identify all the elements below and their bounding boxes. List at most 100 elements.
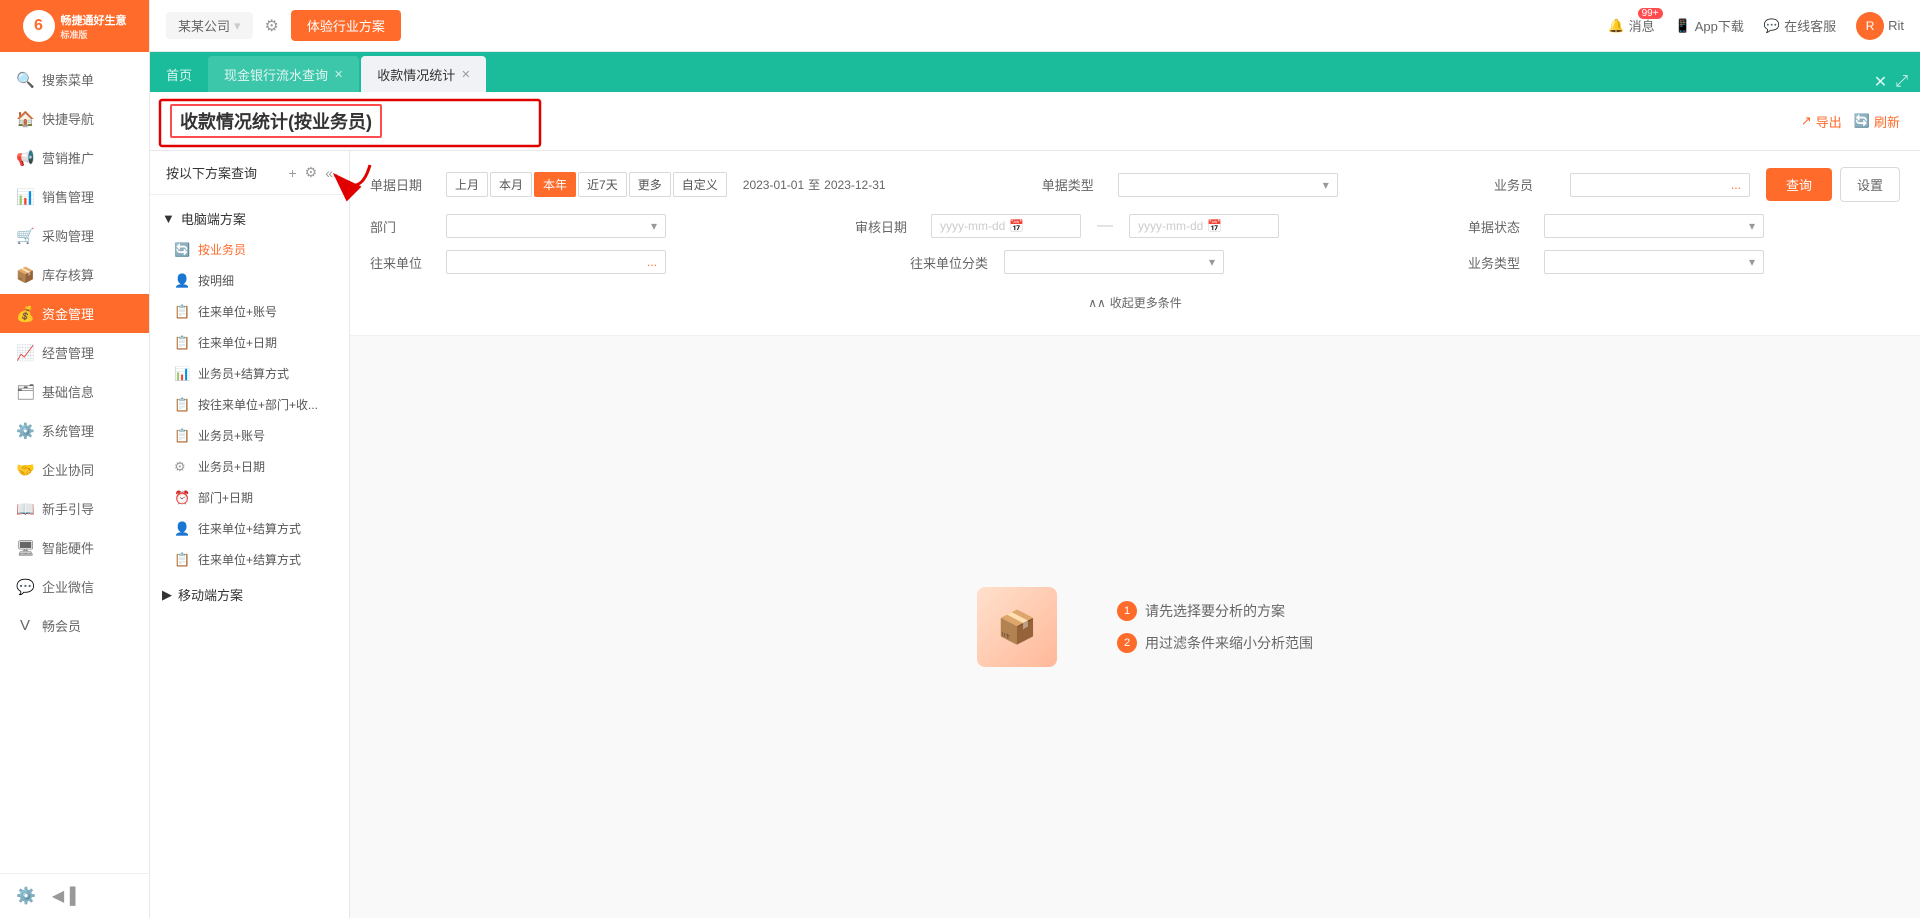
tab-collection-close[interactable]: ✕ xyxy=(461,68,470,81)
audit-date-label: 审核日期 xyxy=(855,217,915,236)
salesman-select[interactable]: ... xyxy=(1570,173,1750,197)
business-type-dropdown-arrow: ▾ xyxy=(1749,255,1755,269)
refresh-icon: 🔄 xyxy=(1854,113,1870,129)
mobile-section-title[interactable]: ▶ 移动端方案 xyxy=(150,579,349,610)
tab-collection[interactable]: 收款情况统计 ✕ xyxy=(361,56,486,92)
audit-date-start-placeholder: yyyy-mm-dd xyxy=(940,219,1005,233)
search-icon: 🔍 xyxy=(16,71,34,89)
salesman-more-icon[interactable]: ... xyxy=(1731,178,1741,192)
sidebar-item-system[interactable]: ⚙️ 系统管理 xyxy=(0,411,149,450)
tab-expand-icon[interactable]: ⤢ xyxy=(1895,73,1908,91)
settings-footer-icon[interactable]: ⚙️ xyxy=(16,886,36,906)
desktop-section: ▼ 电脑端方案 🔄 按业务员 👤 按明细 📋 xyxy=(150,203,349,575)
unit-account-icon: 📋 xyxy=(174,304,190,320)
btn-more-date[interactable]: 更多 xyxy=(629,172,671,197)
dept-dropdown-arrow: ▾ xyxy=(651,219,657,233)
doc-type-select[interactable]: ▾ xyxy=(1118,173,1338,197)
sidebar-item-wechat[interactable]: 💬 企业微信 xyxy=(0,567,149,606)
scheme-item-dept-date[interactable]: ⏰ 部门+日期 xyxy=(150,482,349,513)
sidebar-item-guide[interactable]: 📖 新手引导 xyxy=(0,489,149,528)
collapse-panel-icon[interactable]: « xyxy=(325,165,333,181)
tab-close-all-icon[interactable]: ✕ xyxy=(1874,72,1887,92)
dept-date-icon: ⏰ xyxy=(174,490,190,506)
btn-7-days[interactable]: 近7天 xyxy=(578,172,627,197)
scheme-settings-icon[interactable]: ⚙ xyxy=(305,164,318,181)
operation-icon: 📈 xyxy=(16,344,34,362)
scheme-item-by-detail[interactable]: 👤 按明细 xyxy=(150,265,349,296)
tab-bank-close[interactable]: ✕ xyxy=(334,68,343,81)
doc-status-select[interactable]: ▾ xyxy=(1544,214,1764,238)
scheme-item-by-salesman[interactable]: 🔄 按业务员 xyxy=(150,234,349,265)
unit-select[interactable]: ... xyxy=(446,250,666,274)
tab-bar: 首页 现金银行流水查询 ✕ 收款情况统计 ✕ ✕ ⤢ xyxy=(150,52,1920,92)
page-title: 收款情况统计(按业务员) xyxy=(170,104,382,138)
audit-date-end-placeholder: yyyy-mm-dd xyxy=(1138,219,1203,233)
sidebar-item-enterprise[interactable]: 🤝 企业协同 xyxy=(0,450,149,489)
btn-this-year[interactable]: 本年 xyxy=(534,172,576,197)
btn-this-month[interactable]: 本月 xyxy=(490,172,532,197)
audit-date-start[interactable]: yyyy-mm-dd 📅 xyxy=(931,214,1081,238)
header-settings-icon[interactable]: ⚙ xyxy=(265,16,279,36)
sidebar-item-purchase[interactable]: 🛒 采购管理 xyxy=(0,216,149,255)
dept-select[interactable]: ▾ xyxy=(446,214,666,238)
sidebar-item-sales[interactable]: 📊 销售管理 xyxy=(0,177,149,216)
collapse-filter-btn[interactable]: ∧∧ 收起更多条件 xyxy=(1080,286,1190,319)
business-type-label: 业务类型 xyxy=(1468,253,1528,272)
scheme-item-unit-date[interactable]: 📋 往来单位+日期 xyxy=(150,327,349,358)
body-layout: 按以下方案查询 + ⚙ « ▼ 电脑端方案 xyxy=(150,151,1920,918)
salesman-account-icon: 📋 xyxy=(174,428,190,444)
sidebar-item-hardware[interactable]: 🖥 智能硬件 xyxy=(0,528,149,567)
sidebar-item-finance[interactable]: 💰 资金管理 xyxy=(0,294,149,333)
sidebar-nav: 🔍 搜索菜单 🏠 快捷导航 📢 营销推广 📊 销售管理 🛒 采购管理 📦 库存核… xyxy=(0,52,149,873)
sidebar-item-vip[interactable]: V 畅会员 xyxy=(0,606,149,645)
sidebar-item-basic[interactable]: 🗂 基础信息 xyxy=(0,372,149,411)
refresh-button[interactable]: 🔄 刷新 xyxy=(1854,112,1900,131)
left-panel-header: 按以下方案查询 + ⚙ « xyxy=(150,151,349,195)
app-name: 畅捷通好生意 标准版 xyxy=(61,12,127,41)
tab-bank[interactable]: 现金银行流水查询 ✕ xyxy=(208,56,359,92)
sidebar-item-quicknav[interactable]: 🏠 快捷导航 xyxy=(0,99,149,138)
export-button[interactable]: ↗ 导出 xyxy=(1801,112,1842,131)
user-avatar: R xyxy=(1856,12,1884,40)
trial-button[interactable]: 体验行业方案 xyxy=(291,10,401,41)
sidebar-item-marketing[interactable]: 📢 营销推广 xyxy=(0,138,149,177)
online-service-icon: 💬 xyxy=(1764,18,1780,34)
scheme-item-salesman-settle[interactable]: 📊 业务员+结算方式 xyxy=(150,358,349,389)
settings-button[interactable]: 设置 xyxy=(1840,167,1900,202)
enterprise-icon: 🤝 xyxy=(16,461,34,479)
query-button[interactable]: 查询 xyxy=(1766,168,1832,201)
unit-more-icon[interactable]: ... xyxy=(647,255,657,269)
tab-home[interactable]: 首页 xyxy=(150,56,208,92)
empty-box xyxy=(977,587,1057,667)
scheme-item-salesman-date[interactable]: ⚙ 业务员+日期 xyxy=(150,451,349,482)
user-profile[interactable]: R Rit xyxy=(1856,12,1904,40)
unit-category-select[interactable]: ▾ xyxy=(1004,250,1224,274)
scheme-item-unit-dept[interactable]: 📋 按往来单位+部门+收... xyxy=(150,389,349,420)
sidebar-item-search[interactable]: 🔍 搜索菜单 xyxy=(0,60,149,99)
empty-tips: 1 请先选择要分析的方案 2 用过滤条件来缩小分析范围 xyxy=(1117,601,1313,653)
guide-icon: 📖 xyxy=(16,500,34,518)
sidebar-item-inventory[interactable]: 📦 库存核算 xyxy=(0,255,149,294)
notification-badge: 99+ xyxy=(1638,8,1663,19)
scheme-item-unit-settle2[interactable]: 📋 往来单位+结算方式 xyxy=(150,544,349,575)
add-scheme-icon[interactable]: + xyxy=(288,165,296,181)
wechat-icon: 💬 xyxy=(16,578,34,596)
notification-icon: 🔔 xyxy=(1608,18,1624,34)
collapse-sidebar-icon[interactable]: ◀▐ xyxy=(52,886,76,906)
left-panel-content: ▼ 电脑端方案 🔄 按业务员 👤 按明细 📋 xyxy=(150,195,349,918)
scheme-item-unit-settle1[interactable]: 👤 往来单位+结算方式 xyxy=(150,513,349,544)
app-download-item[interactable]: 📱 App下载 xyxy=(1675,16,1744,35)
breadcrumb[interactable]: 某某公司 ▾ xyxy=(166,12,253,39)
scheme-item-unit-account[interactable]: 📋 往来单位+账号 xyxy=(150,296,349,327)
btn-last-month[interactable]: 上月 xyxy=(446,172,488,197)
online-service-item[interactable]: 💬 在线客服 xyxy=(1764,16,1836,35)
btn-custom-date[interactable]: 自定义 xyxy=(673,172,727,197)
desktop-section-title[interactable]: ▼ 电脑端方案 xyxy=(150,203,349,234)
mobile-section: ▶ 移动端方案 xyxy=(150,579,349,610)
audit-date-end[interactable]: yyyy-mm-dd 📅 xyxy=(1129,214,1279,238)
scheme-item-salesman-account[interactable]: 📋 业务员+账号 xyxy=(150,420,349,451)
notification-item[interactable]: 🔔 消息 99+ xyxy=(1608,16,1654,35)
sidebar-item-operation[interactable]: 📈 经营管理 xyxy=(0,333,149,372)
business-type-select[interactable]: ▾ xyxy=(1544,250,1764,274)
unit-label: 往来单位 xyxy=(370,253,430,272)
